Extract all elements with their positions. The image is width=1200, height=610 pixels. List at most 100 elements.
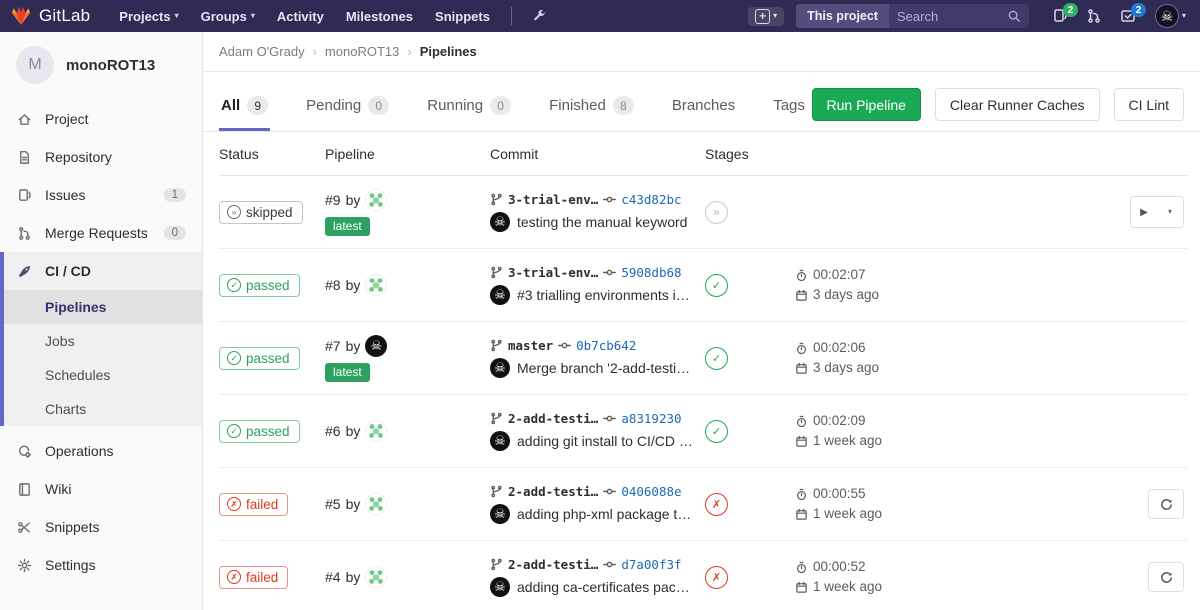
triggerer-avatar[interactable] (365, 420, 387, 442)
run-pipeline-button[interactable]: Run Pipeline (812, 88, 921, 121)
triggerer-avatar[interactable] (365, 493, 387, 515)
nav-activity[interactable]: Activity (266, 0, 335, 32)
stage-failed-icon[interactable]: ✗ (705, 566, 728, 589)
pipeline-id-link[interactable]: #8 (325, 277, 341, 293)
sidebar-item-settings[interactable]: Settings (0, 546, 202, 584)
sidebar-item-wiki[interactable]: Wiki (0, 470, 202, 508)
nav-groups[interactable]: Groups▾ (190, 0, 266, 32)
commit-author-avatar[interactable]: ☠ (490, 431, 510, 451)
search-input[interactable] (889, 9, 1007, 24)
branch-name-link[interactable]: master (508, 338, 553, 353)
stage-passed-icon[interactable]: ✓ (705, 347, 728, 370)
tab-finished[interactable]: Finished 8 (547, 86, 636, 131)
stage-skipped-icon[interactable]: » (705, 201, 728, 224)
commit-author-avatar[interactable]: ☠ (490, 577, 510, 597)
clear-runner-caches-button[interactable]: Clear Runner Caches (935, 88, 1100, 121)
sidebar-item-issues[interactable]: Issues 1 (0, 176, 202, 214)
sidebar-item-charts[interactable]: Charts (4, 392, 202, 426)
status-badge[interactable]: » skipped (219, 201, 303, 224)
commit-sha-link[interactable]: 0406088e (621, 484, 681, 499)
sidebar-item-jobs[interactable]: Jobs (4, 324, 202, 358)
commit-message-link[interactable]: Merge branch '2-add-testi… (517, 360, 690, 376)
sidebar-item-repository[interactable]: Repository (0, 138, 202, 176)
branch-name-link[interactable]: 2-add-testi… (508, 557, 598, 572)
pipeline-id-link[interactable]: #6 (325, 423, 341, 439)
triggerer-avatar[interactable] (365, 566, 387, 588)
chevron-down-icon: ▾ (1168, 208, 1172, 216)
pipeline-id-link[interactable]: #7 (325, 338, 341, 354)
commit-sha-link[interactable]: a8319230 (621, 411, 681, 426)
pipeline-id-link[interactable]: #9 (325, 192, 341, 208)
pipeline-id-link[interactable]: #4 (325, 569, 341, 585)
breadcrumb-project[interactable]: monoROT13 (325, 44, 399, 59)
chevron-down-icon[interactable]: ▾ (1182, 12, 1186, 20)
ci-lint-button[interactable]: CI Lint (1114, 88, 1184, 121)
header-status: Status (219, 146, 325, 162)
pipeline-id-link[interactable]: #5 (325, 496, 341, 512)
branch-name-link[interactable]: 3-trial-env… (508, 192, 598, 207)
commit-message-link[interactable]: adding ca-certificates pac… (517, 579, 690, 595)
search-icon[interactable] (1007, 9, 1029, 23)
breadcrumb-user[interactable]: Adam O'Grady (219, 44, 305, 59)
branch-name-link[interactable]: 2-add-testi… (508, 411, 598, 426)
branch-name-link[interactable]: 3-trial-env… (508, 265, 598, 280)
branch-name-link[interactable]: 2-add-testi… (508, 484, 598, 499)
new-menu-button[interactable]: + ▾ (748, 7, 784, 26)
admin-wrench-button[interactable] (522, 0, 556, 32)
retry-pipeline-button[interactable] (1148, 489, 1184, 519)
pipeline-duration: 00:02:09 (813, 411, 866, 431)
issues-counter-button[interactable]: 2 (1043, 0, 1077, 32)
triggerer-avatar[interactable] (365, 274, 387, 296)
tab-all[interactable]: All 9 (219, 86, 270, 131)
commit-sha-link[interactable]: 5908db68 (621, 265, 681, 280)
user-avatar[interactable]: ☠ (1155, 4, 1179, 28)
stage-passed-icon[interactable]: ✓ (705, 274, 728, 297)
sidebar-item-schedules[interactable]: Schedules (4, 358, 202, 392)
commit-author-avatar[interactable]: ☠ (490, 285, 510, 305)
status-badge[interactable]: ✗ failed (219, 566, 288, 589)
gitlab-home-link[interactable]: GitLab (10, 5, 90, 27)
nav-milestones[interactable]: Milestones (335, 0, 424, 32)
search-scope-chip[interactable]: This project (796, 4, 889, 28)
triggerer-avatar[interactable] (365, 189, 387, 211)
project-context-header[interactable]: M monoROT13 (0, 32, 202, 100)
commit-author-avatar[interactable]: ☠ (490, 358, 510, 378)
todos-counter-button[interactable]: 2 (1111, 0, 1145, 32)
status-badge[interactable]: ✓ passed (219, 274, 300, 297)
stage-passed-icon[interactable]: ✓ (705, 420, 728, 443)
triggerer-avatar[interactable]: ☠ (365, 335, 387, 357)
sidebar-item-operations[interactable]: Operations (0, 432, 202, 470)
sidebar-item-project[interactable]: Project (0, 100, 202, 138)
issues-count-badge: 2 (1063, 3, 1078, 17)
sidebar-item-snippets[interactable]: Snippets (0, 508, 202, 546)
tab-tags[interactable]: Tags (771, 86, 807, 131)
commit-sha-link[interactable]: 0b7cb642 (576, 338, 636, 353)
nav-projects[interactable]: Projects▾ (108, 0, 189, 32)
commit-message-link[interactable]: testing the manual keyword (517, 214, 687, 230)
tab-running[interactable]: Running 0 (425, 86, 513, 131)
play-pipeline-button[interactable]: ▶ (1131, 197, 1157, 227)
status-badge[interactable]: ✓ passed (219, 420, 300, 443)
status-failed-icon: ✗ (227, 570, 241, 584)
status-badge[interactable]: ✓ passed (219, 347, 300, 370)
stage-failed-icon[interactable]: ✗ (705, 493, 728, 516)
commit-author-avatar[interactable]: ☠ (490, 504, 510, 524)
merge-requests-counter-button[interactable] (1077, 0, 1111, 32)
commit-message-link[interactable]: #3 trialling environments i… (517, 287, 690, 303)
sidebar-item-cicd[interactable]: CI / CD (4, 252, 202, 290)
commit-message-link[interactable]: adding git install to CI/CD … (517, 433, 693, 449)
retry-pipeline-button[interactable] (1148, 562, 1184, 592)
commit-sha-link[interactable]: c43d82bc (621, 192, 681, 207)
commit-message-link[interactable]: adding php-xml package t… (517, 506, 691, 522)
manual-actions-group: ▶ ▾ (1130, 196, 1184, 228)
sidebar-item-pipelines[interactable]: Pipelines (4, 290, 202, 324)
sidebar-item-merge-requests[interactable]: Merge Requests 0 (0, 214, 202, 252)
commit-author-avatar[interactable]: ☠ (490, 212, 510, 232)
nav-snippets[interactable]: Snippets (424, 0, 501, 32)
pipeline-finished-ago: 1 week ago (813, 504, 882, 524)
commit-sha-link[interactable]: d7a00f3f (621, 557, 681, 572)
tab-branches[interactable]: Branches (670, 86, 737, 131)
play-dropdown-button[interactable]: ▾ (1157, 197, 1183, 227)
status-badge[interactable]: ✗ failed (219, 493, 288, 516)
tab-pending[interactable]: Pending 0 (304, 86, 391, 131)
